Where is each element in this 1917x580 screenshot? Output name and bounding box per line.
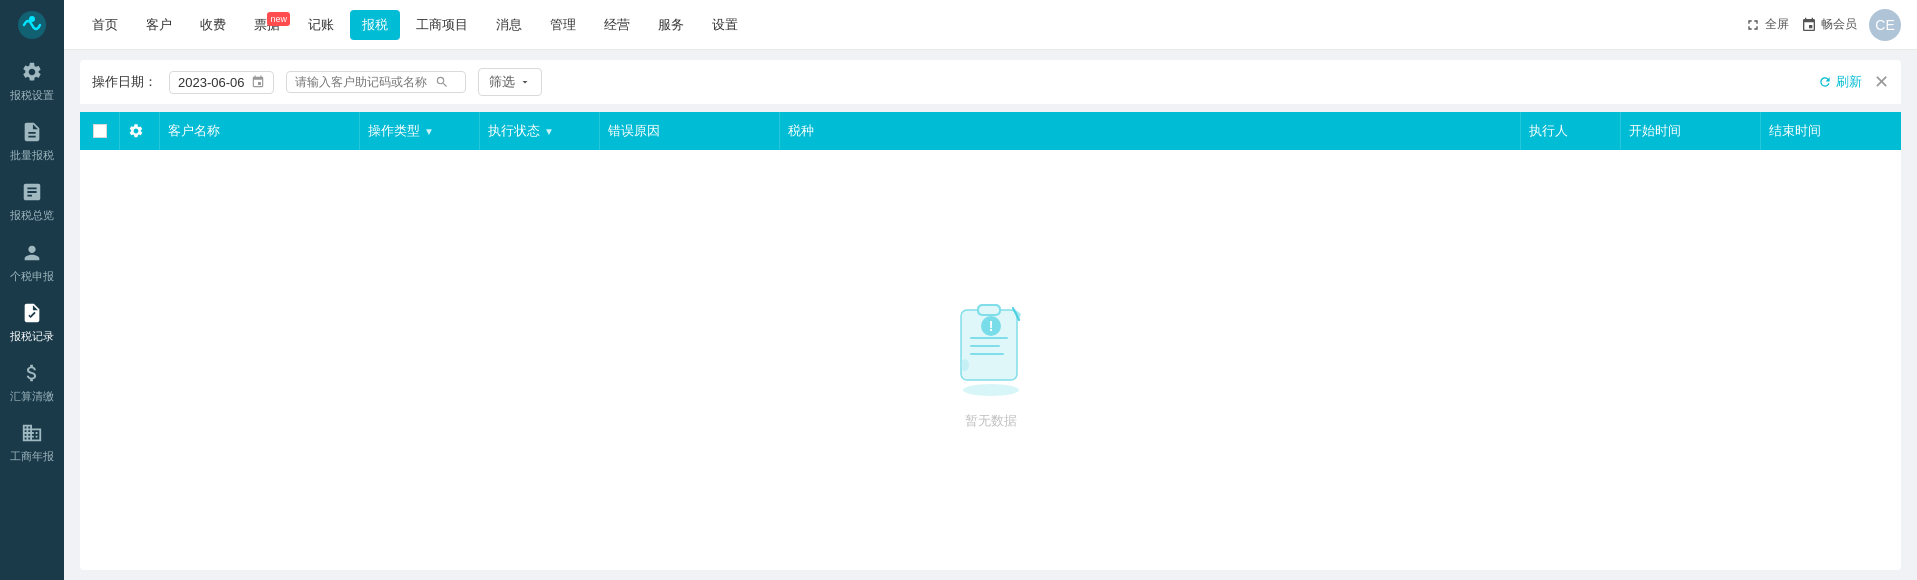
toolbar-right: 刷新 ✕ bbox=[1818, 73, 1889, 91]
th-customer-name: 客户名称 bbox=[160, 112, 360, 150]
baoshui-zonlan-icon bbox=[18, 178, 46, 206]
svg-point-1 bbox=[29, 16, 35, 22]
member-button[interactable]: 畅会员 bbox=[1801, 16, 1857, 33]
th-end-time: 结束时间 bbox=[1761, 112, 1901, 150]
th-exec-status[interactable]: 执行状态 ▼ bbox=[480, 112, 600, 150]
topnav: 首页 客户 收费 票据 new 记账 报税 工商项目 消息 管理 经营 服务 设… bbox=[64, 0, 1917, 50]
toolbar: 操作日期： 2023-06-06 筛选 bbox=[80, 60, 1901, 104]
sidebar-item-baoshui-jilu[interactable]: 报税记录 bbox=[0, 291, 64, 351]
calendar-icon bbox=[251, 75, 265, 89]
settings-icon bbox=[128, 123, 144, 139]
avatar[interactable]: CE bbox=[1869, 9, 1901, 41]
table-header: 客户名称 操作类型 ▼ 执行状态 ▼ 错误原因 税种 执行人 bbox=[80, 112, 1901, 150]
th-executor: 执行人 bbox=[1521, 112, 1621, 150]
empty-illustration: ! bbox=[941, 290, 1041, 400]
member-icon bbox=[1801, 17, 1817, 33]
nav-item-guanli[interactable]: 管理 bbox=[538, 10, 588, 40]
search-icon bbox=[435, 75, 449, 89]
svg-text:!: ! bbox=[988, 318, 993, 334]
nav-item-shouye[interactable]: 首页 bbox=[80, 10, 130, 40]
refresh-label: 刷新 bbox=[1836, 73, 1862, 91]
gongshang-nianbao-icon bbox=[18, 419, 46, 447]
fullscreen-icon bbox=[1745, 17, 1761, 33]
filter-button[interactable]: 筛选 bbox=[478, 68, 542, 96]
topnav-right: 全屏 畅会员 CE bbox=[1745, 9, 1901, 41]
main-area: 首页 客户 收费 票据 new 记账 报税 工商项目 消息 管理 经营 服务 设… bbox=[64, 0, 1917, 580]
search-box[interactable] bbox=[286, 71, 466, 93]
nav-item-shezhi[interactable]: 设置 bbox=[700, 10, 750, 40]
nav-item-fuwu[interactable]: 服务 bbox=[646, 10, 696, 40]
nav-item-piao[interactable]: 票据 new bbox=[242, 10, 292, 40]
sidebar-item-huisuan-jiaona[interactable]: 汇算清缴 bbox=[0, 351, 64, 411]
search-input[interactable] bbox=[295, 75, 435, 89]
th-checkbox[interactable] bbox=[80, 112, 120, 150]
fullscreen-button[interactable]: 全屏 bbox=[1745, 16, 1789, 33]
th-error-reason: 错误原因 bbox=[600, 112, 780, 150]
table-body: ! 暂无数据 bbox=[80, 150, 1901, 570]
sidebar-item-piliang-baoshui[interactable]: 批量报税 bbox=[0, 110, 64, 170]
table-container: 客户名称 操作类型 ▼ 执行状态 ▼ 错误原因 税种 执行人 bbox=[80, 112, 1901, 570]
nav-item-xinxi[interactable]: 消息 bbox=[484, 10, 534, 40]
nav-item-ji[interactable]: 记账 bbox=[296, 10, 346, 40]
huisuan-jiaona-icon bbox=[18, 359, 46, 387]
baoshui-jilu-icon bbox=[18, 299, 46, 327]
filter-label: 筛选 bbox=[489, 73, 515, 91]
empty-text: 暂无数据 bbox=[965, 412, 1017, 430]
select-all-checkbox[interactable] bbox=[93, 124, 107, 138]
th-operation-type[interactable]: 操作类型 ▼ bbox=[360, 112, 480, 150]
svg-rect-5 bbox=[979, 306, 999, 314]
th-start-time: 开始时间 bbox=[1621, 112, 1761, 150]
sidebar-item-geshui-shenbao[interactable]: 个税申报 bbox=[0, 231, 64, 291]
piliang-baoshui-icon bbox=[18, 118, 46, 146]
th-settings bbox=[120, 112, 160, 150]
svg-point-13 bbox=[961, 359, 969, 371]
close-button[interactable]: ✕ bbox=[1874, 73, 1889, 91]
sort-icon-status: ▼ bbox=[544, 126, 554, 137]
sort-icon-operation: ▼ bbox=[424, 126, 434, 137]
refresh-button[interactable]: 刷新 bbox=[1818, 73, 1862, 91]
logo bbox=[0, 0, 64, 50]
nav-item-kehu[interactable]: 客户 bbox=[134, 10, 184, 40]
new-badge: new bbox=[267, 12, 290, 26]
date-picker[interactable]: 2023-06-06 bbox=[169, 71, 274, 94]
nav-item-shoufe[interactable]: 收费 bbox=[188, 10, 238, 40]
geshui-shenbao-icon bbox=[18, 239, 46, 267]
sidebar-item-gongshang-nianbao[interactable]: 工商年报 bbox=[0, 411, 64, 471]
date-value: 2023-06-06 bbox=[178, 75, 245, 90]
baoshui-shezhi-icon bbox=[18, 58, 46, 86]
sidebar-item-baoshui-zonlan[interactable]: 报税总览 bbox=[0, 170, 64, 230]
refresh-icon bbox=[1818, 75, 1832, 89]
nav-item-baoshui[interactable]: 报税 bbox=[350, 10, 400, 40]
sidebar-item-baoshui-shezhi[interactable]: 报税设置 bbox=[0, 50, 64, 110]
sidebar: 报税设置 批量报税 报税总览 个税申报 报税记录 bbox=[0, 0, 64, 580]
th-tax-type: 税种 bbox=[780, 112, 1521, 150]
chevron-down-icon bbox=[519, 76, 531, 88]
content: 操作日期： 2023-06-06 筛选 bbox=[64, 50, 1917, 580]
date-label: 操作日期： bbox=[92, 73, 157, 91]
nav-items: 首页 客户 收费 票据 new 记账 报税 工商项目 消息 管理 经营 服务 设… bbox=[80, 10, 1745, 40]
empty-state: ! 暂无数据 bbox=[941, 290, 1041, 430]
nav-item-jingying[interactable]: 经营 bbox=[592, 10, 642, 40]
svg-point-2 bbox=[963, 384, 1019, 396]
nav-item-gongshang[interactable]: 工商项目 bbox=[404, 10, 480, 40]
